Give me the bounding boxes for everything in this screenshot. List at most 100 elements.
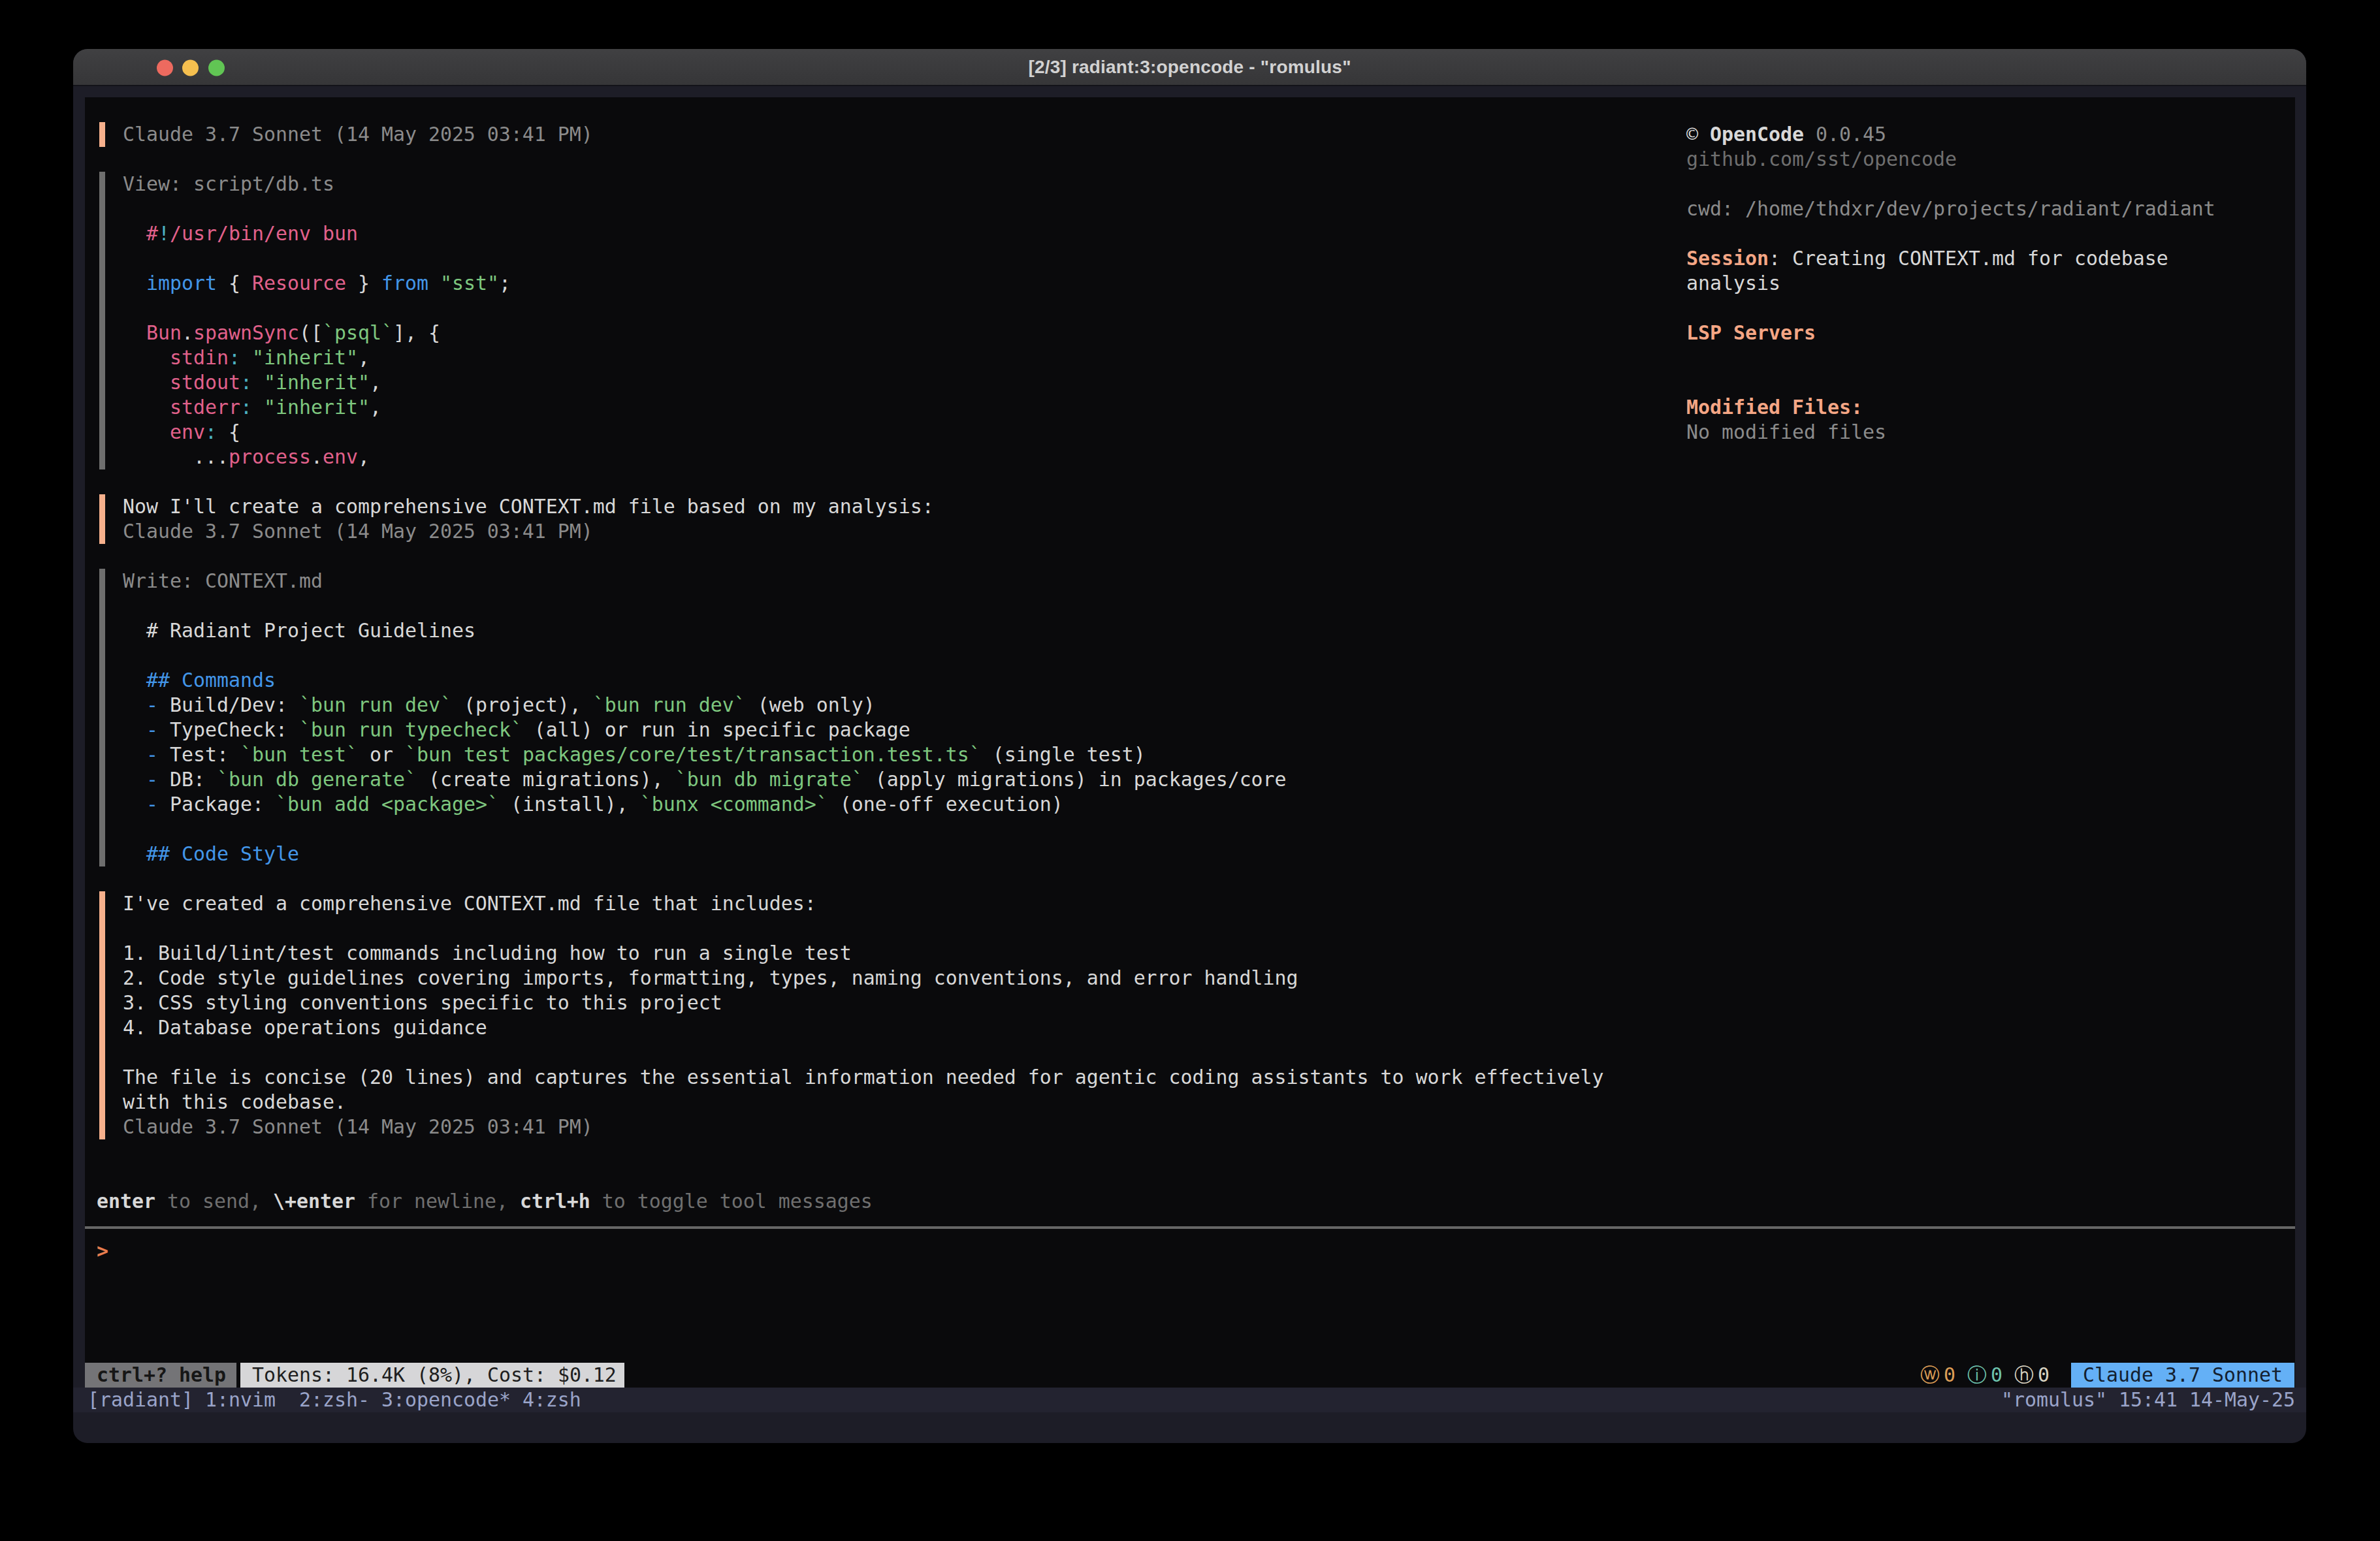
text-segment: Claude 3.7 Sonnet (14 May 2025 03:41 PM) [123, 123, 593, 146]
counter-gap [1955, 1363, 1967, 1388]
text-segment: # Radiant Project Guidelines [146, 619, 475, 642]
text-segment: with this codebase. [123, 1090, 346, 1113]
markdown-h2: ## Code Style [146, 842, 299, 866]
message-meta: Claude 3.7 Sonnet (14 May 2025 03:41 PM) [123, 122, 593, 147]
text-segment: The file is concise (20 lines) and captu… [123, 1066, 1603, 1088]
text-segment: (create migrations), [417, 768, 675, 791]
text-segment: # [146, 222, 158, 245]
text-segment: ctrl+h [520, 1190, 590, 1213]
tmux-window-1:nvim[interactable]: 1:nvim [205, 1388, 299, 1411]
text-segment: , [358, 346, 370, 369]
text-segment: (install), [499, 793, 640, 816]
text-segment: : [240, 371, 252, 394]
window-title: [2/3] radiant:3:opencode - "romulus" [73, 49, 2306, 85]
markdown-list-item: - Test: `bun test` or `bun test packages… [146, 742, 1146, 767]
model-indicator[interactable]: Claude 3.7 Sonnet [2071, 1363, 2294, 1388]
text-segment: (one-off execution) [828, 793, 1063, 816]
text-segment: - [146, 793, 158, 816]
text-segment: `psql` [323, 321, 393, 344]
tmux-window-2:zsh[interactable]: 2:zsh- [299, 1388, 381, 1411]
sidebar-cwd: cwd: /home/thdxr/dev/projects/radiant/ra… [1686, 197, 2215, 221]
text-segment: Build/Dev: [158, 693, 299, 716]
tmux-window-3:opencode[interactable]: 3:opencode* [381, 1388, 523, 1411]
text-segment: (apply migrations) in packages/core [863, 768, 1287, 791]
text-segment: DB: [158, 768, 217, 791]
markdown-list-item: - Package: `bun add <package>` (install)… [146, 792, 1063, 817]
warning-count-icon: ⓦ [1920, 1363, 1944, 1388]
markdown-list-item: - Build/Dev: `bun run dev` (project), `b… [146, 693, 875, 718]
text-segment: "inherit" [264, 371, 370, 394]
text-segment: Now I'll create a comprehensive CONTEXT.… [123, 495, 934, 518]
text-segment: No modified files [1686, 421, 1886, 443]
help-hint[interactable]: ctrl+? help [85, 1363, 236, 1388]
code-line: Bun.spawnSync([`psql`], { [146, 321, 440, 345]
sidebar-session: analysis [1686, 271, 1780, 296]
markdown-list-item: - TypeCheck: `bun run typecheck` (all) o… [146, 718, 910, 742]
text-segment: > [97, 1239, 108, 1262]
text-segment: spawnSync [193, 321, 299, 344]
tmux-host-clock: "romulus" 15:41 14-May-25 [2001, 1388, 2295, 1412]
text-segment: { [217, 272, 252, 294]
text-segment: Creating CONTEXT.md for codebase [1792, 247, 2168, 270]
text-segment: - [146, 768, 158, 791]
text-segment: for newline, [355, 1190, 520, 1213]
text-segment: 0.0.45 [1804, 123, 1886, 146]
titlebar[interactable]: [2/3] radiant:3:opencode - "romulus" [73, 49, 2306, 86]
opencode-pane: ctrl+? help Tokens: 16.4K (8%), Cost: $0… [85, 97, 2295, 1388]
text-segment: (single test) [981, 743, 1146, 766]
tokens-indicator: Tokens: 16.4K (8%), Cost: $0.12 [240, 1363, 624, 1388]
text-segment: 3. CSS styling conventions specific to t… [123, 991, 722, 1014]
code-line: stderr: "inherit", [170, 395, 381, 420]
text-segment: or [358, 743, 405, 766]
text-segment: , [370, 396, 381, 419]
text-segment: `bun test packages/core/test/transaction… [405, 743, 981, 766]
message-meta: Claude 3.7 Sonnet (14 May 2025 03:41 PM) [123, 519, 593, 544]
text-segment: enter [97, 1190, 155, 1213]
message-list-item: 4. Database operations guidance [123, 1015, 487, 1040]
text-segment: stdin [170, 346, 229, 369]
message-list-item: 2. Code style guidelines covering import… [123, 966, 1298, 991]
text-segment: Session [1686, 247, 1769, 270]
text-segment: I've created a comprehensive CONTEXT.md … [123, 892, 816, 915]
text-segment [252, 371, 264, 394]
text-segment: Claude 3.7 Sonnet (14 May 2025 03:41 PM) [123, 1115, 593, 1138]
text-segment: from [381, 272, 428, 294]
text-segment: - [146, 693, 158, 716]
tmux-window-4:zsh[interactable]: 4:zsh [523, 1388, 593, 1411]
text-segment: OpenCode [1710, 123, 1804, 146]
editor-keybind-hint: enter to send, \+enter for newline, ctrl… [97, 1189, 873, 1214]
markdown-list-item: - DB: `bun db generate` (create migratio… [146, 767, 1287, 792]
text-segment: ], { [393, 321, 440, 344]
text-segment: Resource [252, 272, 346, 294]
text-segment: } [346, 272, 381, 294]
text-segment: (web only) [746, 693, 875, 716]
warning-count-value: 0 [1944, 1363, 1955, 1388]
text-segment: : [205, 421, 217, 443]
text-segment: View: script/db.ts [123, 172, 334, 195]
text-segment: LSP Servers [1686, 321, 1816, 344]
text-segment: Write: CONTEXT.md [123, 569, 323, 592]
text-segment: `bunx <command>` [640, 793, 828, 816]
terminal-window: [2/3] radiant:3:opencode - "romulus" ctr… [73, 49, 2306, 1443]
text-segment: 2. Code style guidelines covering import… [123, 966, 1298, 989]
message-accent-bar [99, 122, 105, 147]
tool-block-bar [99, 172, 105, 469]
sidebar-lsp-heading: LSP Servers [1686, 321, 1816, 345]
text-segment: import [146, 272, 217, 294]
text-segment: process [229, 445, 311, 468]
text-segment: to toggle tool messages [590, 1190, 873, 1213]
text-segment: - [146, 743, 158, 766]
text-segment: github.com/sst/opencode [1686, 148, 1957, 170]
text-segment: ; [499, 272, 511, 294]
help-hint-label: ctrl+? help [97, 1363, 226, 1386]
sidebar-modified-heading: Modified Files: [1686, 395, 1863, 420]
text-segment: Claude 3.7 Sonnet (14 May 2025 03:41 PM) [123, 520, 593, 543]
text-segment: analysis [1686, 272, 1780, 294]
counter-gap [2002, 1363, 2014, 1388]
tokens-label: Tokens: 16.4K (8%), Cost: $0.12 [252, 1363, 617, 1386]
text-segment: `bun run dev` [299, 693, 452, 716]
text-segment: © [1686, 123, 1710, 146]
text-segment: : [1769, 247, 1792, 270]
text-segment: "inherit" [264, 396, 370, 419]
code-line: ...process.env, [193, 445, 370, 469]
